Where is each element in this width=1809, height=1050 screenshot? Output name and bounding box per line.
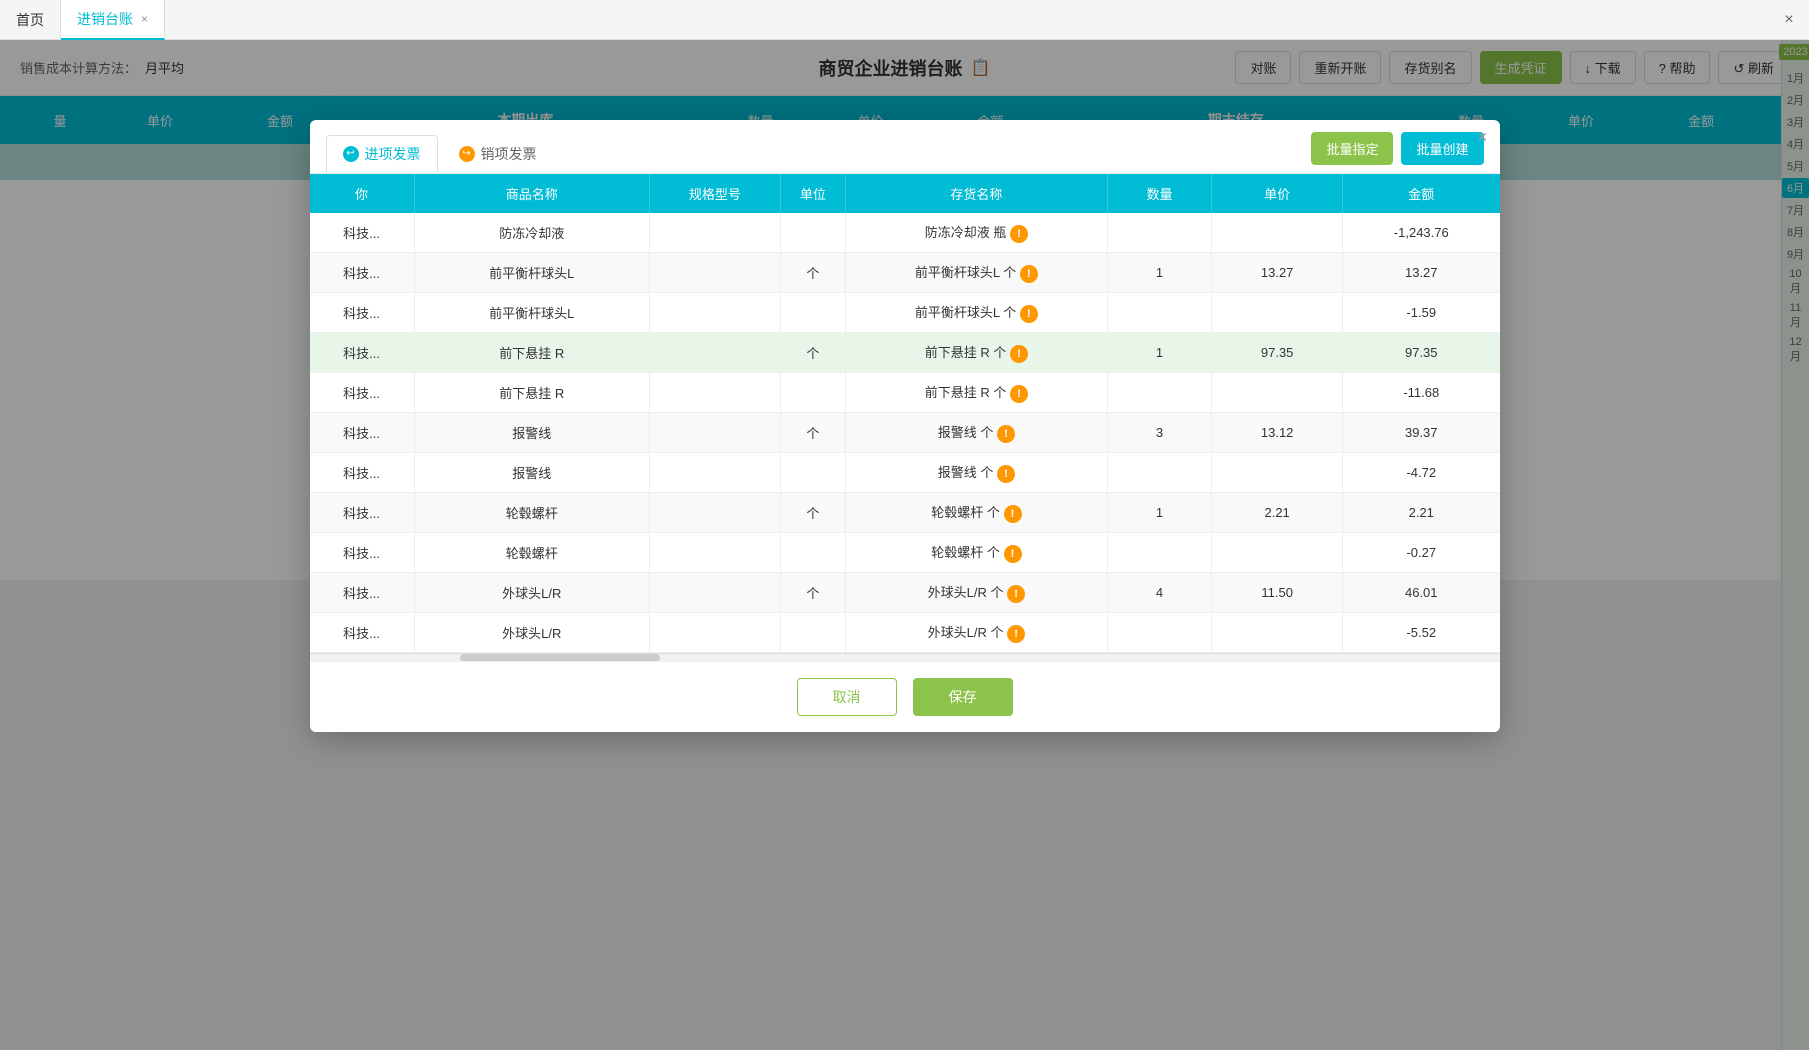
modal-overlay: ↩ 进项发票 ↪ 销项发票 批量指定 批量创建 × 你 <box>0 40 1809 1050</box>
col-amount: 金额 <box>1343 174 1500 213</box>
data-table[interactable]: 你 商品名称 规格型号 单位 存货名称 数量 单价 金额 科技...防冻冷却液防… <box>310 174 1500 661</box>
scroll-thumb[interactable] <box>460 654 660 661</box>
warning-icon[interactable]: ! <box>1020 305 1038 323</box>
tab-sales[interactable]: ↪ 销项发票 <box>442 135 554 172</box>
warning-icon[interactable]: ! <box>1004 545 1022 563</box>
invoice-table: 你 商品名称 规格型号 单位 存货名称 数量 单价 金额 科技...防冻冷却液防… <box>310 174 1500 653</box>
purchase-tab-label: 进项发票 <box>365 144 421 164</box>
modal-dialog: ↩ 进项发票 ↪ 销项发票 批量指定 批量创建 × 你 <box>310 120 1500 732</box>
modal-close-button[interactable]: × <box>1477 128 1488 146</box>
top-nav: 首页 进销台账 × × <box>0 0 1809 40</box>
warning-icon[interactable]: ! <box>1007 625 1025 643</box>
col-unit: 单位 <box>780 174 845 213</box>
table-row: 科技...防冻冷却液防冻冷却液 瓶 !-1,243.76 <box>310 213 1500 253</box>
col-price: 单价 <box>1212 174 1343 213</box>
table-row: 科技...报警线报警线 个 !-4.72 <box>310 453 1500 493</box>
home-label: 首页 <box>16 10 44 30</box>
active-tab-label: 进销台账 <box>77 9 133 29</box>
cancel-button[interactable]: 取消 <box>797 678 897 716</box>
warning-icon[interactable]: ! <box>997 425 1015 443</box>
sales-tab-label: 销项发票 <box>481 144 537 164</box>
modal-header-actions: 批量指定 批量创建 <box>1311 132 1483 173</box>
tab-purchase[interactable]: ↩ 进项发票 <box>326 135 438 172</box>
col-company: 你 <box>310 174 415 213</box>
table-row: 科技...前下悬挂 R前下悬挂 R 个 !-11.68 <box>310 373 1500 413</box>
modal-header: ↩ 进项发票 ↪ 销项发票 批量指定 批量创建 × <box>310 120 1500 174</box>
tab-close-icon[interactable]: × <box>141 12 148 26</box>
col-spec: 规格型号 <box>649 174 780 213</box>
table-row: 科技...前平衡杆球头L前平衡杆球头L 个 !-1.59 <box>310 293 1500 333</box>
warning-icon[interactable]: ! <box>997 465 1015 483</box>
col-inventory: 存货名称 <box>846 174 1108 213</box>
col-qty: 数量 <box>1107 174 1212 213</box>
table-row: 科技...前下悬挂 R个前下悬挂 R 个 !197.3597.35 <box>310 333 1500 373</box>
batch-assign-button[interactable]: 批量指定 <box>1311 132 1393 165</box>
scroll-track <box>310 653 1500 661</box>
save-button[interactable]: 保存 <box>913 678 1013 716</box>
purchase-tab-icon: ↩ <box>343 146 359 162</box>
sales-tab-icon: ↪ <box>459 146 475 162</box>
table-row: 科技...外球头L/R外球头L/R 个 !-5.52 <box>310 613 1500 653</box>
modal-footer: 取消 保存 <box>310 661 1500 732</box>
warning-icon[interactable]: ! <box>1004 505 1022 523</box>
warning-icon[interactable]: ! <box>1010 225 1028 243</box>
warning-icon[interactable]: ! <box>1010 345 1028 363</box>
col-product-name: 商品名称 <box>414 174 649 213</box>
warning-icon[interactable]: ! <box>1020 265 1038 283</box>
main-area: 销售成本计算方法： 月平均 商贸企业进销台账 📋 对账 重新开账 存货别名 生成… <box>0 40 1809 1050</box>
table-row: 科技...前平衡杆球头L个前平衡杆球头L 个 !113.2713.27 <box>310 253 1500 293</box>
batch-create-button[interactable]: 批量创建 <box>1401 132 1483 165</box>
nav-tab-home[interactable]: 首页 <box>0 0 61 40</box>
table-row: 科技...报警线个报警线 个 !313.1239.37 <box>310 413 1500 453</box>
warning-icon[interactable]: ! <box>1007 585 1025 603</box>
table-row: 科技...轮毂螺杆个轮毂螺杆 个 !12.212.21 <box>310 493 1500 533</box>
close-all-button[interactable]: × <box>1769 0 1809 40</box>
warning-icon[interactable]: ! <box>1010 385 1028 403</box>
table-row: 科技...轮毂螺杆轮毂螺杆 个 !-0.27 <box>310 533 1500 573</box>
nav-tab-active[interactable]: 进销台账 × <box>61 0 165 40</box>
table-row: 科技...外球头L/R个外球头L/R 个 !411.5046.01 <box>310 573 1500 613</box>
